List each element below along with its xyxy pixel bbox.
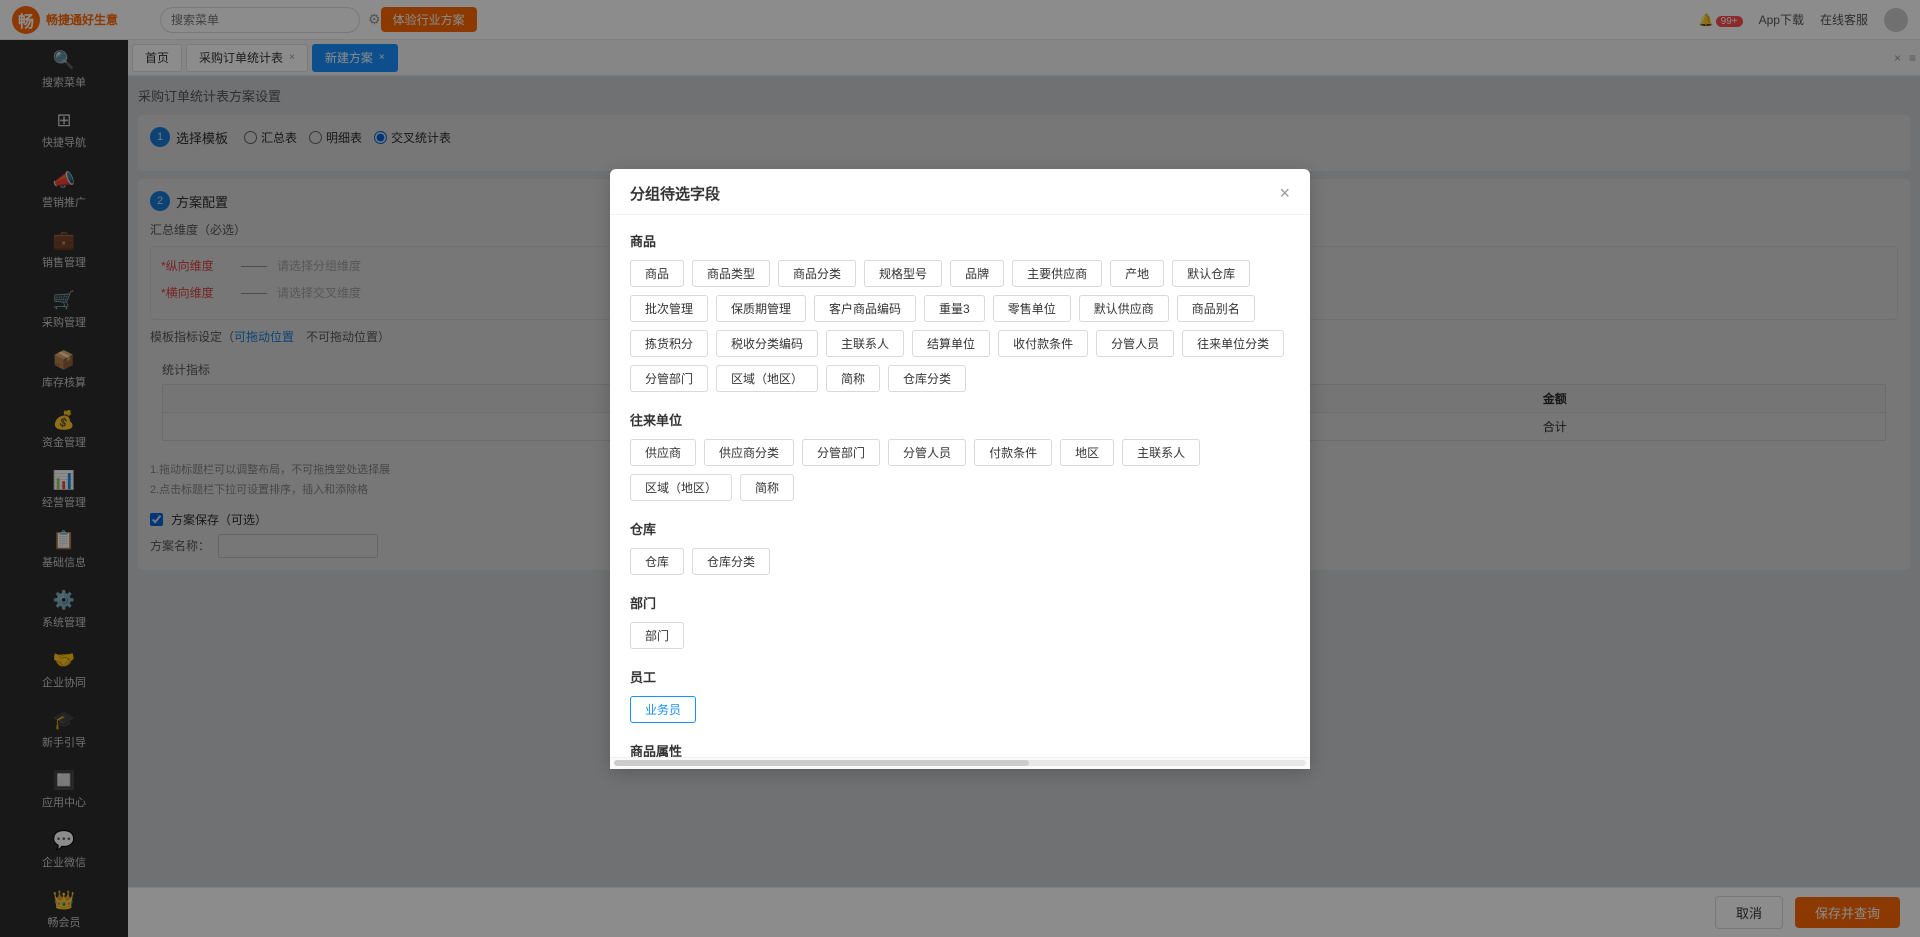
- group-title-product-attr: 商品属性: [630, 741, 1290, 757]
- modal-close-button[interactable]: ×: [1279, 184, 1290, 202]
- field-group-department: 部门 部门: [630, 593, 1290, 649]
- field-tags-employee: 业务员: [630, 696, 1290, 723]
- field-tag[interactable]: 品牌: [950, 260, 1004, 287]
- field-tag[interactable]: 分管人员: [1096, 330, 1174, 357]
- field-tag[interactable]: 简称: [740, 474, 794, 501]
- field-tag[interactable]: 仓库: [630, 548, 684, 575]
- field-tag[interactable]: 仓库分类: [692, 548, 770, 575]
- field-tags-warehouse: 仓库 仓库分类: [630, 548, 1290, 575]
- field-tag[interactable]: 往来单位分类: [1182, 330, 1284, 357]
- field-tag[interactable]: 供应商: [630, 439, 696, 466]
- field-group-product-attr: 商品属性 属性 颜色 多规格 尺码 鞋码 1: [630, 741, 1290, 757]
- field-tags-department: 部门: [630, 622, 1290, 649]
- group-title-employee: 员工: [630, 667, 1290, 686]
- field-tag[interactable]: 分管人员: [888, 439, 966, 466]
- field-tag[interactable]: 重量3: [924, 295, 985, 322]
- group-title-product: 商品: [630, 231, 1290, 250]
- field-tag[interactable]: 商品类型: [692, 260, 770, 287]
- modal-body[interactable]: 商品 商品 商品类型 商品分类 规格型号 品牌 主要供应商 产地 默认仓库 批次…: [610, 215, 1310, 757]
- field-tag[interactable]: 简称: [826, 365, 880, 392]
- field-tag[interactable]: 规格型号: [864, 260, 942, 287]
- field-tag[interactable]: 默认供应商: [1079, 295, 1169, 322]
- field-tags-product: 商品 商品类型 商品分类 规格型号 品牌 主要供应商 产地 默认仓库 批次管理 …: [630, 260, 1290, 392]
- field-tag[interactable]: 保质期管理: [716, 295, 806, 322]
- modal-title: 分组待选字段: [630, 183, 720, 204]
- field-tag[interactable]: 商品别名: [1177, 295, 1255, 322]
- field-tag[interactable]: 主要供应商: [1012, 260, 1102, 287]
- modal-hscroll[interactable]: [610, 757, 1310, 769]
- field-tag[interactable]: 供应商分类: [704, 439, 794, 466]
- field-tag[interactable]: 主联系人: [1122, 439, 1200, 466]
- field-tag[interactable]: 拣货积分: [630, 330, 708, 357]
- field-tag[interactable]: 付款条件: [974, 439, 1052, 466]
- field-tag[interactable]: 批次管理: [630, 295, 708, 322]
- modal-header: 分组待选字段 ×: [610, 169, 1310, 215]
- field-tag[interactable]: 区域（地区）: [630, 474, 732, 501]
- group-title-department: 部门: [630, 593, 1290, 612]
- group-title-warehouse: 仓库: [630, 519, 1290, 538]
- group-title-partner: 往来单位: [630, 410, 1290, 429]
- field-tag[interactable]: 产地: [1110, 260, 1164, 287]
- field-tag[interactable]: 主联系人: [826, 330, 904, 357]
- field-tag[interactable]: 分管部门: [802, 439, 880, 466]
- field-tag[interactable]: 分管部门: [630, 365, 708, 392]
- field-tag[interactable]: 商品分类: [778, 260, 856, 287]
- field-tag[interactable]: 零售单位: [993, 295, 1071, 322]
- field-tag[interactable]: 客户商品编码: [814, 295, 916, 322]
- field-tag[interactable]: 默认仓库: [1172, 260, 1250, 287]
- field-group-product: 商品 商品 商品类型 商品分类 规格型号 品牌 主要供应商 产地 默认仓库 批次…: [630, 231, 1290, 392]
- field-tag[interactable]: 地区: [1060, 439, 1114, 466]
- field-tag[interactable]: 区域（地区）: [716, 365, 818, 392]
- field-tag[interactable]: 收付款条件: [998, 330, 1088, 357]
- field-group-warehouse: 仓库 仓库 仓库分类: [630, 519, 1290, 575]
- modal-backdrop: 分组待选字段 × 商品 商品 商品类型 商品分类 规格型号 品牌 主要供应商 产…: [0, 0, 1920, 937]
- field-group-employee: 员工 业务员: [630, 667, 1290, 723]
- hscroll-thumb: [614, 760, 1029, 766]
- field-tag[interactable]: 结算单位: [912, 330, 990, 357]
- modal-select-fields: 分组待选字段 × 商品 商品 商品类型 商品分类 规格型号 品牌 主要供应商 产…: [610, 169, 1310, 769]
- field-tags-partner: 供应商 供应商分类 分管部门 分管人员 付款条件 地区 主联系人 区域（地区） …: [630, 439, 1290, 501]
- field-tag[interactable]: 税收分类编码: [716, 330, 818, 357]
- hscroll-track: [614, 760, 1306, 766]
- field-tag[interactable]: 仓库分类: [888, 365, 966, 392]
- field-tag[interactable]: 部门: [630, 622, 684, 649]
- field-group-partner: 往来单位 供应商 供应商分类 分管部门 分管人员 付款条件 地区 主联系人 区域…: [630, 410, 1290, 501]
- field-tag[interactable]: 商品: [630, 260, 684, 287]
- field-tag-salesperson[interactable]: 业务员: [630, 696, 696, 723]
